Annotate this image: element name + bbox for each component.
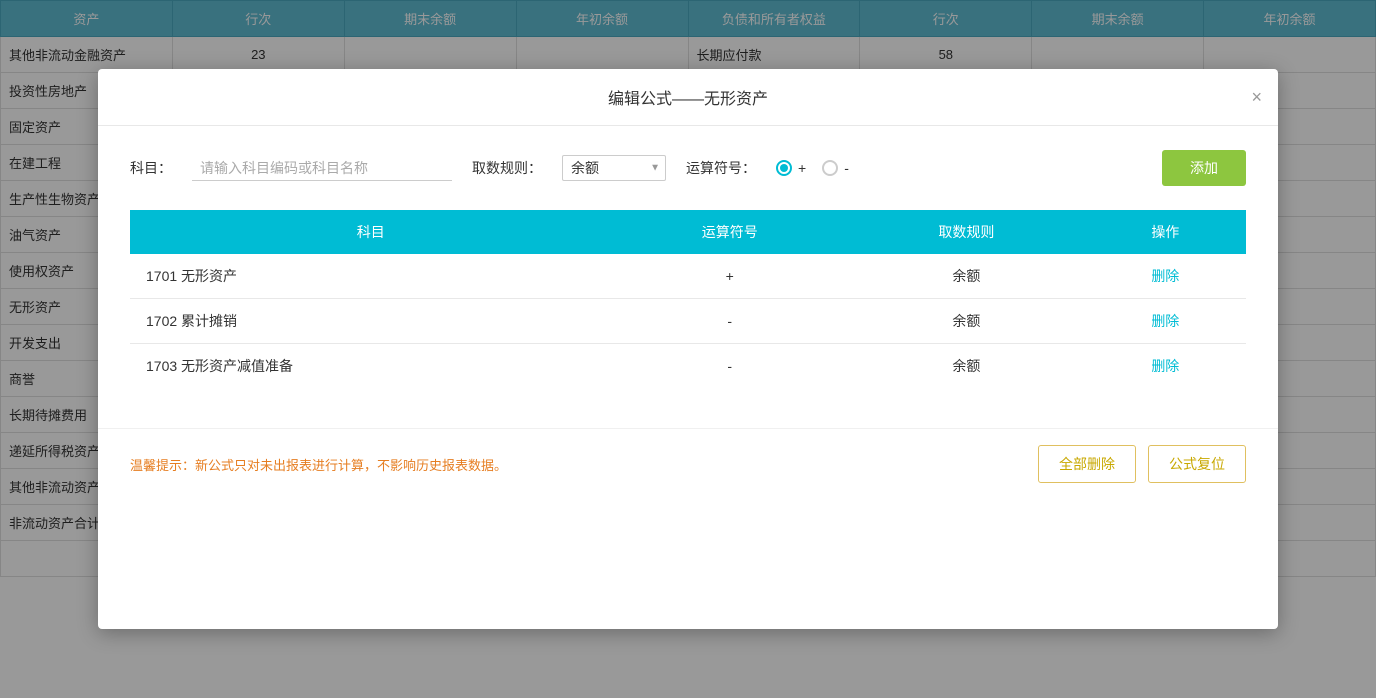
row2-subject: 1702 累计摊销 [130,299,611,344]
modal-overlay: 编辑公式——无形资产 × 科目： 取数规则： 余额 借方发生额 贷方发生额 期初… [0,0,1376,698]
row1-rule: 余额 [848,254,1085,299]
operator-radio-group: + - [776,160,849,176]
operator-label: 运算符号： [686,158,756,178]
table-row: 1703 无形资产减值准备 - 余额 删除 [130,344,1246,389]
rule-select[interactable]: 余额 借方发生额 贷方发生额 期初余额 [562,155,666,181]
tip-text: 温馨提示：新公式只对未出报表进行计算，不影响历史报表数据。 [130,455,507,474]
add-button[interactable]: 添加 [1162,150,1246,186]
table-row: 1701 无形资产 + 余额 删除 [130,254,1246,299]
row1-delete-link[interactable]: 删除 [1151,268,1179,284]
table-header-action: 操作 [1085,210,1246,254]
table-row: 1702 累计摊销 - 余额 删除 [130,299,1246,344]
rule-label: 取数规则： [472,158,542,178]
modal-header: 编辑公式——无形资产 × [98,69,1278,126]
row3-subject: 1703 无形资产减值准备 [130,344,611,389]
row2-operator: - [611,299,848,344]
row1-action: 删除 [1085,254,1246,299]
operator-plus-label: + [798,160,806,176]
row1-operator: + [611,254,848,299]
radio-plus-circle[interactable] [776,160,792,176]
row1-subject: 1701 无形资产 [130,254,611,299]
row3-action: 删除 [1085,344,1246,389]
modal-dialog: 编辑公式——无形资产 × 科目： 取数规则： 余额 借方发生额 贷方发生额 期初… [98,69,1278,629]
row2-delete-link[interactable]: 删除 [1151,313,1179,329]
subject-label: 科目： [130,158,172,178]
reset-formula-button[interactable]: 公式复位 [1148,445,1246,483]
modal-title: 编辑公式——无形资产 [608,85,768,109]
rule-select-wrapper[interactable]: 余额 借方发生额 贷方发生额 期初余额 ▼ [562,155,666,181]
radio-minus-circle[interactable] [822,160,838,176]
subject-input[interactable] [192,156,452,181]
formula-table: 科目 运算符号 取数规则 操作 1701 无形资产 + 余额 删除 [130,210,1246,388]
table-header-subject: 科目 [130,210,611,254]
operator-minus-label: - [844,160,849,176]
row2-action: 删除 [1085,299,1246,344]
row2-rule: 余额 [848,299,1085,344]
table-header-rule: 取数规则 [848,210,1085,254]
row3-delete-link[interactable]: 删除 [1151,358,1179,374]
delete-all-button[interactable]: 全部删除 [1038,445,1136,483]
footer-buttons: 全部删除 公式复位 [1038,445,1246,483]
close-button[interactable]: × [1251,88,1262,106]
modal-body: 科目： 取数规则： 余额 借方发生额 贷方发生额 期初余额 ▼ 运算符号： [98,126,1278,412]
row3-rule: 余额 [848,344,1085,389]
operator-minus-option[interactable]: - [822,160,849,176]
operator-plus-option[interactable]: + [776,160,806,176]
modal-footer: 温馨提示：新公式只对未出报表进行计算，不影响历史报表数据。 全部删除 公式复位 [98,428,1278,499]
form-row: 科目： 取数规则： 余额 借方发生额 贷方发生额 期初余额 ▼ 运算符号： [130,150,1246,186]
table-header-operator: 运算符号 [611,210,848,254]
row3-operator: - [611,344,848,389]
